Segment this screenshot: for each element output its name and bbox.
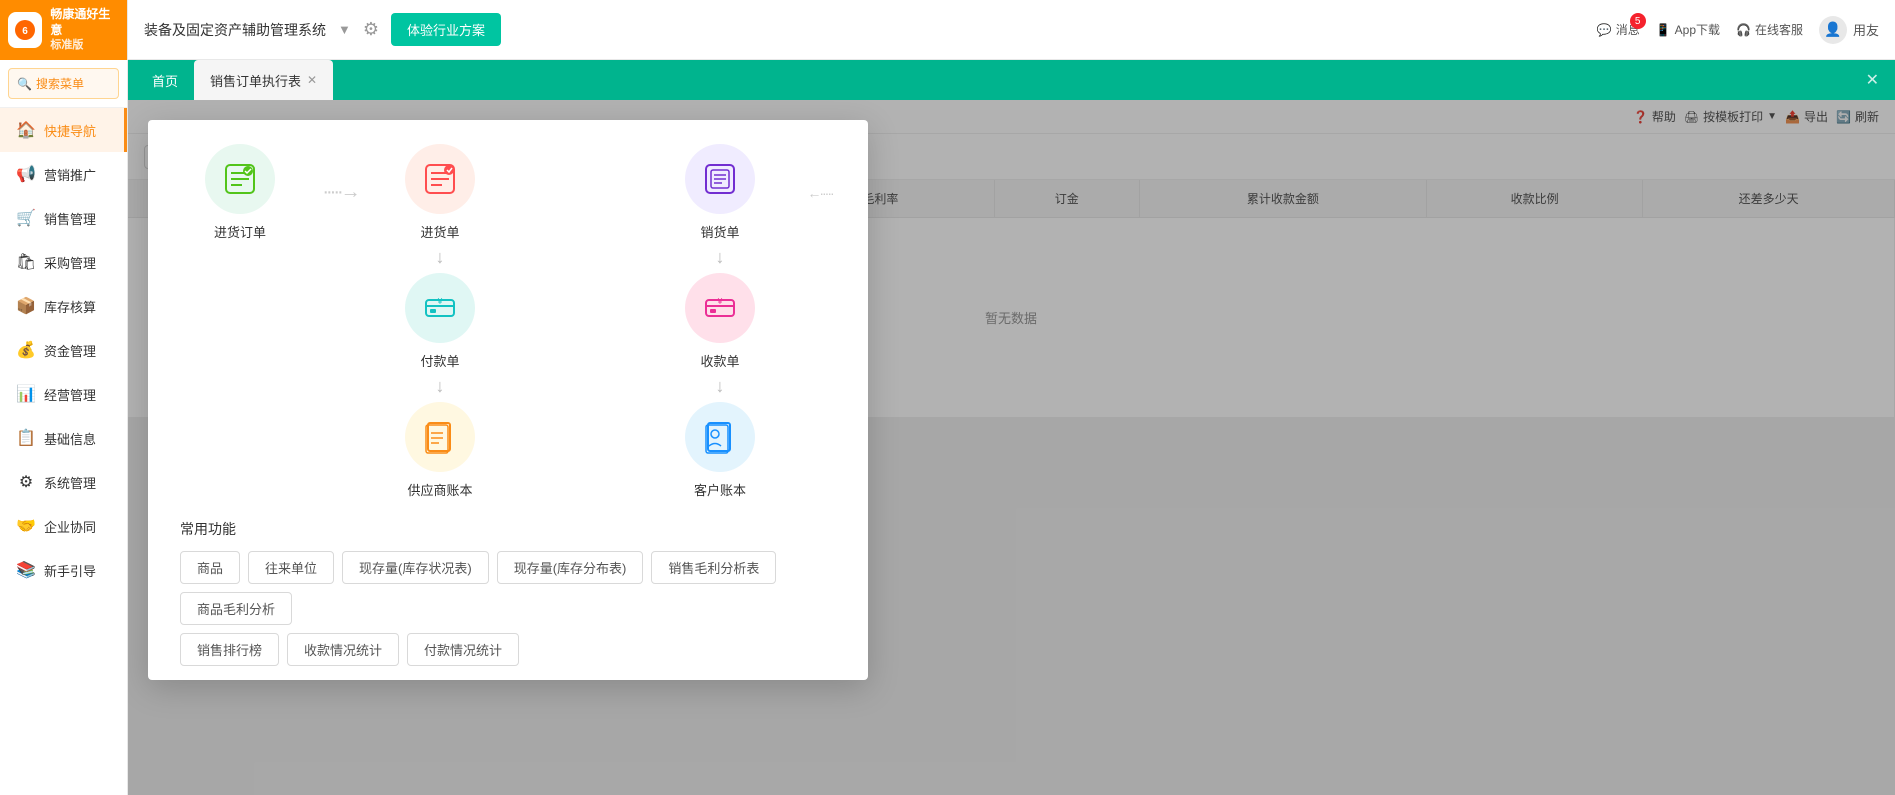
node-purchase-bill-label: 进货单 bbox=[420, 222, 459, 241]
flow-node-customer-ledger[interactable]: 客户账本 bbox=[685, 402, 755, 499]
node-purchase-order-label: 进货订单 bbox=[214, 222, 266, 241]
sidebar-item-enterprise[interactable]: 🤝 企业协同 bbox=[0, 504, 127, 548]
sidebar-item-sales[interactable]: 🛒 销售管理 bbox=[0, 196, 127, 240]
tab-home[interactable]: 首页 bbox=[136, 60, 194, 100]
tab-bar: 首页 销售订单执行表 ✕ ✕ bbox=[128, 60, 1895, 100]
search-menu-button[interactable]: 🔍 搜索菜单 bbox=[8, 68, 119, 99]
func-btn-inventory-status[interactable]: 现存量(库存状况表) bbox=[342, 551, 489, 584]
purchase-icon: 🛍 bbox=[16, 252, 36, 272]
sidebar-item-marketing[interactable]: 📢 营销推广 bbox=[0, 152, 127, 196]
app-download-action[interactable]: 📱 App下载 bbox=[1656, 21, 1720, 38]
common-funcs-title: 常用功能 bbox=[180, 519, 836, 539]
tab-bar-close-icon[interactable]: ✕ bbox=[1858, 70, 1887, 90]
func-btn-sales-gross[interactable]: 销售毛利分析表 bbox=[651, 551, 776, 584]
trial-button[interactable]: 体验行业方案 bbox=[391, 13, 501, 46]
sales-icon: 🛒 bbox=[16, 208, 36, 228]
finance-icon: 💰 bbox=[16, 340, 36, 360]
sidebar-item-purchase[interactable]: 🛍 采购管理 bbox=[0, 240, 127, 284]
func-btn-partners[interactable]: 往来单位 bbox=[248, 551, 334, 584]
arrow-down-receipt: ↓ bbox=[716, 376, 725, 397]
sidebar-item-guide[interactable]: 📚 新手引导 bbox=[0, 548, 127, 592]
node-customer-ledger-label: 客户账本 bbox=[694, 480, 746, 499]
arrow-sales-order-to-bill: ←····· bbox=[807, 185, 832, 201]
enterprise-icon: 🤝 bbox=[16, 516, 36, 536]
common-funcs: 常用功能 商品 往来单位 现存量(库存状况表) 现存量(库存分布表) 销售毛利分… bbox=[180, 519, 836, 666]
online-service-icon: 🎧 bbox=[1736, 23, 1751, 37]
topbar-actions: 💬 消息 5 📱 App下载 🎧 在线客服 👤 用友 bbox=[1597, 16, 1879, 44]
message-action[interactable]: 💬 消息 5 bbox=[1597, 21, 1640, 38]
topbar: 装备及固定资产辅助管理系统 ▼ ⚙ 体验行业方案 💬 消息 5 📱 App下载 … bbox=[128, 0, 1895, 60]
modal-overlay[interactable]: 进货订单 ·····→ 进货单 bbox=[128, 100, 1895, 795]
system-title: 装备及固定资产辅助管理系统 bbox=[144, 20, 326, 40]
flow-node-payment[interactable]: ¥ 付款单 bbox=[405, 273, 475, 370]
app-download-icon: 📱 bbox=[1656, 23, 1671, 37]
func-buttons-row2: 销售排行榜 收款情况统计 付款情况统计 bbox=[180, 633, 836, 666]
sidebar-item-inventory[interactable]: 📦 库存核算 bbox=[0, 284, 127, 328]
sidebar-item-system[interactable]: ⚙ 系统管理 bbox=[0, 460, 127, 504]
func-btn-payment-stats[interactable]: 付款情况统计 bbox=[407, 633, 519, 666]
sidebar-item-basic-info[interactable]: 📋 基础信息 bbox=[0, 416, 127, 460]
svg-text:¥: ¥ bbox=[717, 297, 723, 306]
sidebar-search[interactable]: 🔍 搜索菜单 bbox=[0, 60, 127, 108]
guide-icon: 📚 bbox=[16, 560, 36, 580]
tab-close-icon[interactable]: ✕ bbox=[307, 73, 317, 87]
basic-info-icon: 📋 bbox=[16, 428, 36, 448]
svg-text:6: 6 bbox=[22, 26, 28, 37]
search-icon: 🔍 bbox=[17, 77, 32, 91]
sidebar-item-operation[interactable]: 📊 经营管理 bbox=[0, 372, 127, 416]
content-area: ❓ 帮助 🖨 按模板打印 ▼ 📤 导出 🔄 刷新 bbox=[128, 100, 1895, 795]
sidebar-item-finance[interactable]: 💰 资金管理 bbox=[0, 328, 127, 372]
func-btn-goods-gross[interactable]: 商品毛利分析 bbox=[180, 592, 292, 625]
arrow-down-purchase: ↓ bbox=[436, 247, 445, 268]
node-receipt-label: 收款单 bbox=[700, 351, 739, 370]
main-content: 装备及固定资产辅助管理系统 ▼ ⚙ 体验行业方案 💬 消息 5 📱 App下载 … bbox=[128, 0, 1895, 795]
flow-node-sales-bill[interactable]: 销货单 bbox=[685, 144, 755, 241]
func-btn-receipt-stats[interactable]: 收款情况统计 bbox=[287, 633, 399, 666]
arrow-down-sales: ↓ bbox=[716, 247, 725, 268]
inventory-icon: 📦 bbox=[16, 296, 36, 316]
node-payment-label: 付款单 bbox=[420, 351, 459, 370]
flow-node-receipt[interactable]: ¥ 收款单 bbox=[685, 273, 755, 370]
message-icon: 💬 bbox=[1597, 23, 1612, 37]
sidebar-logo: 6 畅康通好生意 标准版 bbox=[0, 0, 127, 60]
arrow-down-payment: ↓ bbox=[436, 376, 445, 397]
func-btn-inventory-dist[interactable]: 现存量(库存分布表) bbox=[497, 551, 644, 584]
user-avatar: 👤 bbox=[1819, 16, 1847, 44]
quick-nav-icon: 🏠 bbox=[16, 120, 36, 140]
message-badge: 5 bbox=[1630, 13, 1646, 29]
node-supplier-ledger-label: 供应商账本 bbox=[407, 480, 472, 499]
flow-node-purchase-bill[interactable]: 进货单 bbox=[405, 144, 475, 241]
sidebar-item-quick-nav[interactable]: 🏠 快捷导航 bbox=[0, 108, 127, 152]
node-sales-bill-label: 销货单 bbox=[700, 222, 739, 241]
logo-icon: 6 bbox=[8, 12, 42, 48]
flow-node-supplier-ledger[interactable]: 供应商账本 bbox=[405, 402, 475, 499]
marketing-icon: 📢 bbox=[16, 164, 36, 184]
func-btn-sales-rank[interactable]: 销售排行榜 bbox=[180, 633, 279, 666]
sidebar: 6 畅康通好生意 标准版 🔍 搜索菜单 🏠 快捷导航 📢 营销推广 � bbox=[0, 0, 128, 795]
func-buttons-row1: 商品 往来单位 现存量(库存状况表) 现存量(库存分布表) 销售毛利分析表 商品… bbox=[180, 551, 836, 625]
quick-nav-modal: 进货订单 ·····→ 进货单 bbox=[148, 120, 868, 680]
flow-node-purchase-order[interactable]: 进货订单 bbox=[205, 144, 275, 241]
logo-text: 畅康通好生意 标准版 bbox=[50, 7, 119, 52]
modal-inner: 进货订单 ·····→ 进货单 bbox=[148, 120, 868, 680]
topbar-dropdown-icon[interactable]: ▼ bbox=[338, 22, 351, 37]
func-btn-goods[interactable]: 商品 bbox=[180, 551, 240, 584]
arrow-purchase-to-bill: ·····→ bbox=[322, 181, 357, 204]
user-profile[interactable]: 👤 用友 bbox=[1819, 16, 1879, 44]
online-service-action[interactable]: 🎧 在线客服 bbox=[1736, 21, 1803, 38]
svg-text:¥: ¥ bbox=[437, 297, 443, 306]
topbar-settings-icon[interactable]: ⚙ bbox=[363, 19, 379, 40]
user-label: 用友 bbox=[1853, 20, 1879, 39]
tab-sales-order[interactable]: 销售订单执行表 ✕ bbox=[194, 60, 333, 100]
sidebar-nav: 🏠 快捷导航 📢 营销推广 🛒 销售管理 🛍 采购管理 📦 库存核算 💰 bbox=[0, 108, 127, 795]
system-icon: ⚙ bbox=[16, 472, 36, 492]
operation-icon: 📊 bbox=[16, 384, 36, 404]
